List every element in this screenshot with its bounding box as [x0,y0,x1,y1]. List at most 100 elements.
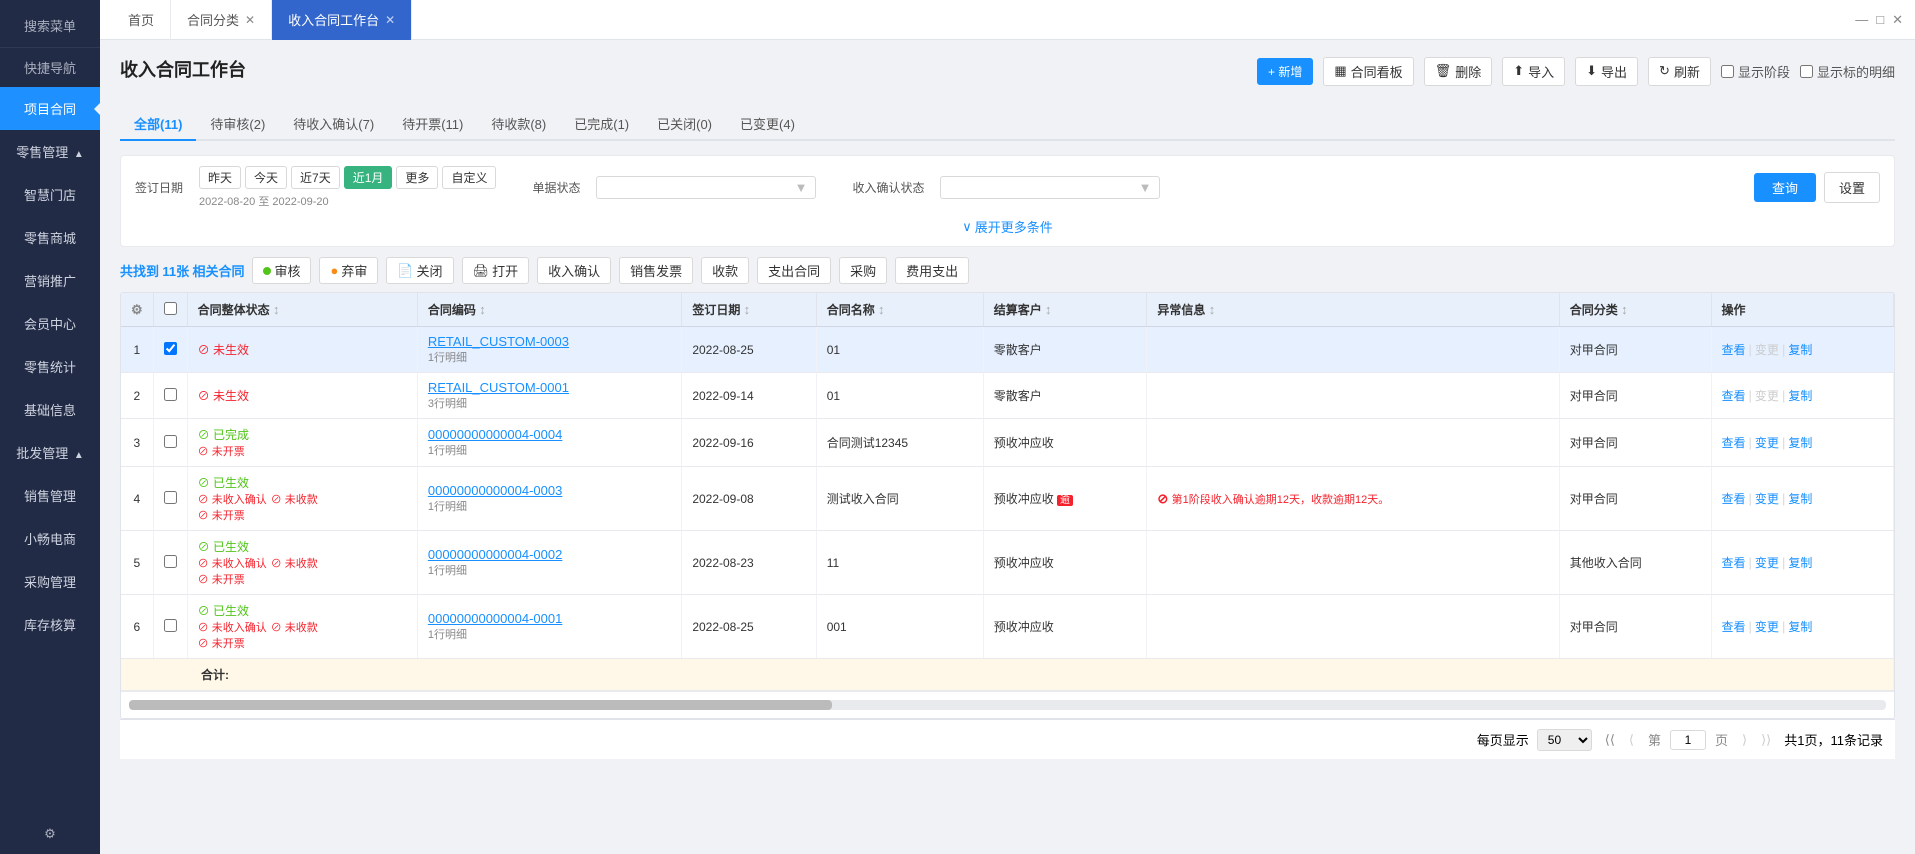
select-all-checkbox[interactable] [164,302,177,315]
sidebar-settings[interactable]: ⚙ [0,814,100,854]
maximize-button[interactable]: □ [1876,12,1884,27]
page-input[interactable] [1670,730,1706,750]
date-last7days[interactable]: 近7天 [291,166,340,189]
contract-code-link[interactable]: 00000000000004-0001 [428,611,562,626]
op-复制[interactable]: 复制 [1788,343,1812,357]
sub-tab-all[interactable]: 全部(11) [120,108,196,141]
sidebar-item-retail-mgmt[interactable]: 零售管理 ▲ [0,130,100,173]
sub-tab-pending-payment[interactable]: 待收款(8) [477,108,560,141]
op-查看[interactable]: 查看 [1722,492,1746,506]
row-checkbox[interactable] [164,555,177,568]
close-contract-button[interactable]: 📄 关闭 [386,257,453,284]
show-detail-checkbox[interactable]: 显示标的明细 [1800,62,1895,81]
sub-tab-closed[interactable]: 已关闭(0) [643,108,726,141]
col-sign-date[interactable]: 签订日期 ↕ [682,293,816,327]
op-变更[interactable]: 变更 [1755,620,1779,634]
expense-out-button[interactable]: 费用支出 [895,257,969,284]
query-button[interactable]: 查询 [1754,173,1816,202]
review-button[interactable]: 审核 [252,257,311,284]
import-button[interactable]: ⬆ 导入 [1502,57,1565,86]
horizontal-scrollbar[interactable] [129,700,1886,710]
col-gear[interactable]: ⚙ [121,293,153,327]
sidebar-item-marketing2[interactable]: 销售管理 [0,474,100,517]
op-查看[interactable]: 查看 [1722,389,1746,403]
contract-code-link[interactable]: 00000000000004-0003 [428,483,562,498]
sidebar-item-retail-mall[interactable]: 零售商城 [0,216,100,259]
sidebar-item-xiaochang[interactable]: 采购管理 [0,560,100,603]
contract-code-link[interactable]: 00000000000004-0004 [428,427,562,442]
sidebar-quick-nav[interactable]: 快捷导航 [0,48,100,87]
op-查看[interactable]: 查看 [1722,620,1746,634]
close-tab-income-contract[interactable]: ✕ [385,13,395,27]
sidebar-item-project[interactable]: 项目合同 [0,87,100,130]
close-button[interactable]: ✕ [1892,12,1903,28]
sidebar-item-member[interactable]: 会员中心 [0,302,100,345]
op-复制[interactable]: 复制 [1788,389,1812,403]
page-size-select[interactable]: 50 100 200 [1537,729,1592,751]
op-复制[interactable]: 复制 [1788,556,1812,570]
first-page-button[interactable]: ⟨⟨ [1600,730,1620,750]
date-yesterday[interactable]: 昨天 [199,166,241,189]
gear-icon[interactable]: ⚙ [131,302,143,317]
op-复制[interactable]: 复制 [1788,436,1812,450]
col-contract-status[interactable]: 合同整体状态 ↕ [187,293,417,327]
sidebar-item-retail-stat[interactable]: 零售统计 [0,345,100,388]
col-contract-type[interactable]: 合同分类 ↕ [1559,293,1711,327]
op-复制[interactable]: 复制 [1788,620,1812,634]
date-last1month[interactable]: 近1月 [344,166,393,189]
sidebar-item-purchase[interactable]: 库存核算 [0,603,100,646]
sidebar-item-marketing[interactable]: 营销推广 [0,259,100,302]
abandon-button[interactable]: ● 弃审 [319,257,378,284]
refresh-button[interactable]: ↻ 刷新 [1648,57,1711,86]
show-phase-checkbox[interactable]: 显示阶段 [1721,62,1790,81]
sub-tab-pending-confirm[interactable]: 待收入确认(7) [279,108,388,141]
date-today[interactable]: 今天 [245,166,287,189]
scroll-thumb[interactable] [129,700,832,710]
income-confirm-select[interactable]: ▼ [940,176,1160,199]
op-变更[interactable]: 变更 [1755,436,1779,450]
sub-tab-completed[interactable]: 已完成(1) [560,108,643,141]
row-checkbox[interactable] [164,388,177,401]
next-page-button[interactable]: ⟩ [1737,730,1752,750]
sales-invoice-button[interactable]: 销售发票 [619,257,693,284]
row-checkbox[interactable] [164,491,177,504]
delete-button[interactable]: 🗑 删除 [1424,57,1493,86]
op-复制[interactable]: 复制 [1788,492,1812,506]
expand-conditions-button[interactable]: ∨ 展开更多条件 [962,217,1053,236]
sub-tab-pending-review[interactable]: 待审核(2) [196,108,279,141]
date-custom[interactable]: 自定义 [442,166,496,189]
set-button[interactable]: 设置 [1824,172,1880,203]
op-查看[interactable]: 查看 [1722,436,1746,450]
doc-status-select[interactable]: ▼ [596,176,816,199]
sidebar-item-wholesale-mgmt[interactable]: 批发管理 ▲ [0,431,100,474]
tab-income-contract[interactable]: 收入合同工作台 ✕ [272,0,412,40]
income-confirm-button[interactable]: 收入确认 [537,257,611,284]
col-settlement-customer[interactable]: 结算客户 ↕ [983,293,1147,327]
purchase-button[interactable]: 采购 [839,257,887,284]
add-button[interactable]: + 新增 [1257,58,1313,85]
date-more[interactable]: 更多 [396,166,438,189]
col-contract-code[interactable]: 合同编码 ↕ [417,293,681,327]
tab-contract-category[interactable]: 合同分类 ✕ [171,0,272,40]
sidebar-item-smart-store[interactable]: 智慧门店 [0,173,100,216]
sidebar-search[interactable]: 搜索菜单 [0,0,100,48]
row-checkbox[interactable] [164,619,177,632]
row-checkbox[interactable] [164,342,177,355]
contract-code-link[interactable]: RETAIL_CUSTOM-0001 [428,380,569,395]
contract-code-link[interactable]: 00000000000004-0002 [428,547,562,562]
prev-page-button[interactable]: ⟨ [1624,730,1639,750]
last-page-button[interactable]: ⟩⟩ [1756,730,1776,750]
close-tab-contract-category[interactable]: ✕ [245,13,255,27]
op-变更[interactable]: 变更 [1755,492,1779,506]
minimize-button[interactable]: — [1855,12,1868,27]
print-button[interactable]: 🖨 打开 [462,257,530,284]
export-button[interactable]: ⬇ 导出 [1575,57,1638,86]
tab-home[interactable]: 首页 [112,0,171,40]
pay-contract-button[interactable]: 支出合同 [757,257,831,284]
sub-tab-changed[interactable]: 已变更(4) [726,108,809,141]
sidebar-item-sales-mgmt[interactable]: 小畅电商 [0,517,100,560]
col-exception-info[interactable]: 异常信息 ↕ [1147,293,1559,327]
op-查看[interactable]: 查看 [1722,343,1746,357]
payment-button[interactable]: 收款 [701,257,749,284]
op-查看[interactable]: 查看 [1722,556,1746,570]
